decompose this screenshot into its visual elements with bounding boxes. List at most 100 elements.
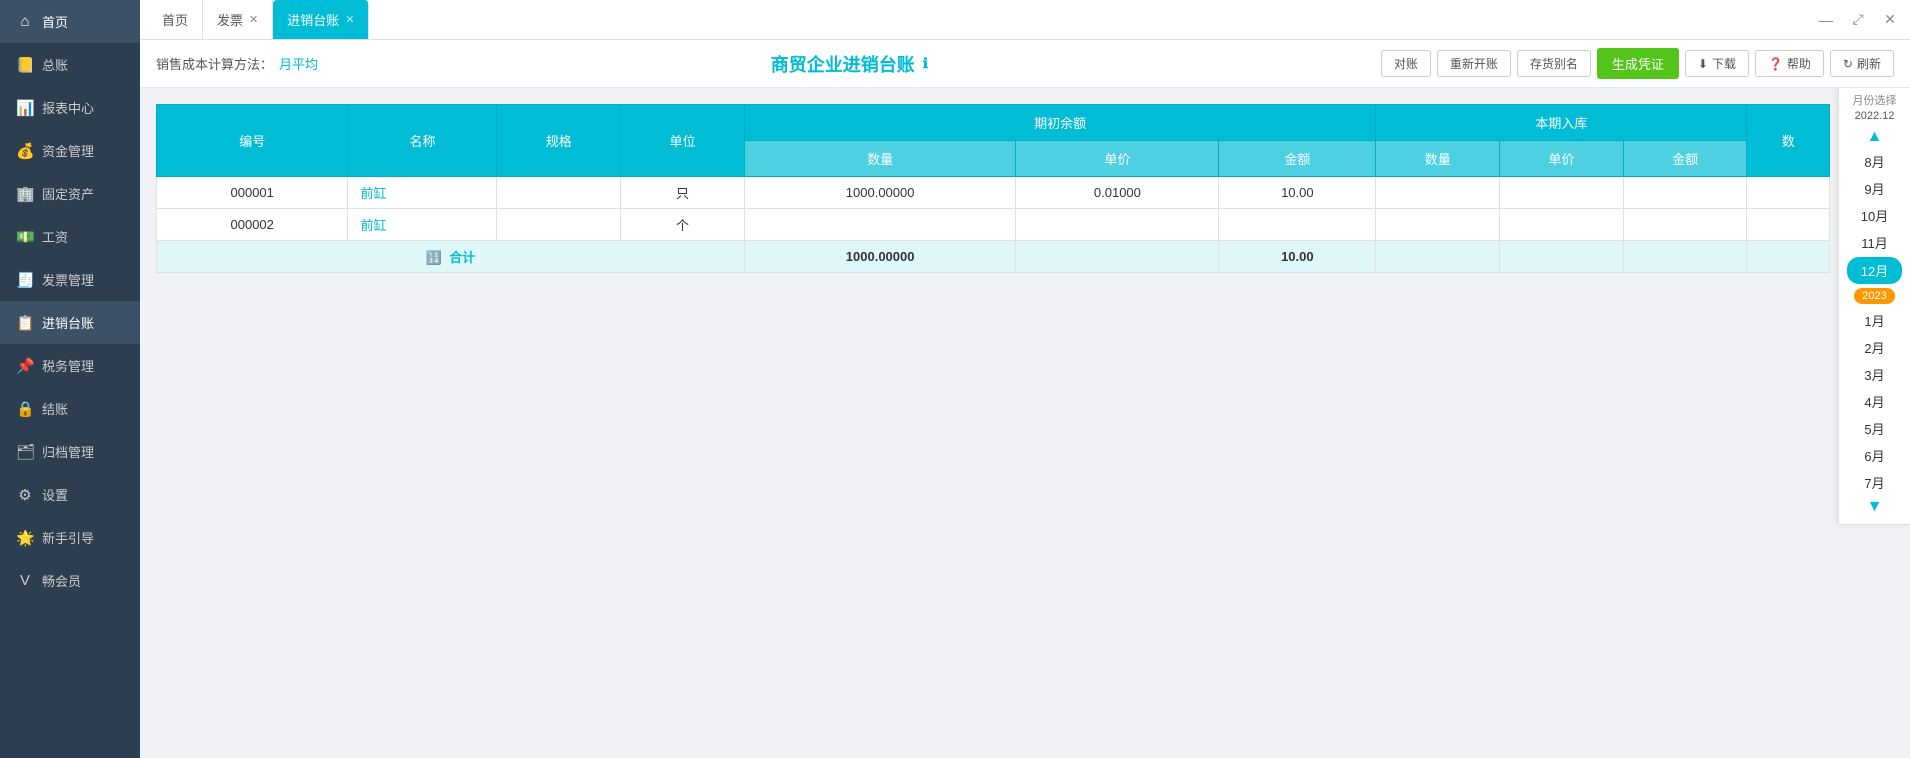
month-up-button[interactable]: ▲	[1865, 126, 1885, 148]
tab-invoice-close[interactable]: ✕	[249, 13, 258, 26]
cell-qty3	[1747, 177, 1830, 209]
settings-icon: ⚙	[16, 486, 34, 504]
window-controls: — ⤢ ✕	[1814, 8, 1902, 32]
tab-invoice-label: 发票	[217, 10, 243, 29]
sidebar-item-label: 总账	[42, 55, 68, 74]
minimize-button[interactable]: —	[1814, 8, 1838, 32]
col-opening-balance: 期初余额	[744, 105, 1376, 141]
maximize-button[interactable]: ⤢	[1846, 8, 1870, 32]
name-link[interactable]: 前缸	[360, 218, 386, 233]
help-icon: ❓	[1768, 57, 1783, 71]
cell-qty3	[1747, 209, 1830, 241]
refresh-button[interactable]: ↻ 刷新	[1830, 50, 1894, 77]
sidebar-item-label: 新手引导	[42, 528, 94, 547]
cell-name: 前缸	[348, 177, 497, 209]
tab-home-label: 首页	[162, 10, 188, 29]
total-ib-price	[1500, 241, 1624, 273]
month-panel-title: 月份选择	[1853, 94, 1897, 108]
sidebar-item-label: 设置	[42, 485, 68, 504]
month-item-12[interactable]: 12月	[1847, 257, 1902, 284]
cell-code: 000002	[157, 209, 348, 241]
payroll-icon: 💵	[16, 228, 34, 246]
cost-method-label: 销售成本计算方法：	[156, 54, 273, 73]
member-icon: V	[16, 572, 34, 589]
sidebar-item-member[interactable]: V 畅会员	[0, 559, 140, 602]
sidebar-item-home[interactable]: ⌂ 首页	[0, 0, 140, 43]
cell-ib-price	[1500, 209, 1624, 241]
cell-unit: 只	[621, 177, 745, 209]
sidebar-item-inventory[interactable]: 📋 进销台账	[0, 301, 140, 344]
month-item-1[interactable]: 1月	[1839, 307, 1910, 334]
sidebar-item-label: 发票管理	[42, 270, 94, 289]
save-alias-button[interactable]: 存货别名	[1517, 50, 1591, 77]
tab-bar: 首页 发票 ✕ 进销台账 ✕ — ⤢ ✕	[140, 0, 1910, 40]
sidebar-item-label: 进销台账	[42, 313, 94, 332]
col-ib-qty: 数量	[1376, 141, 1500, 177]
cell-ob-qty: 1000.00000	[744, 177, 1016, 209]
sidebar-item-invoice-management[interactable]: 🧾 发票管理	[0, 258, 140, 301]
col-ob-price: 单价	[1016, 141, 1219, 177]
col-current-inbound: 本期入库	[1376, 105, 1747, 141]
month-item-10[interactable]: 10月	[1839, 202, 1910, 229]
cell-ob-price	[1016, 209, 1219, 241]
cell-spec	[497, 209, 621, 241]
table-row: 000001 前缸 只 1000.00000 0.01000 10.00	[157, 177, 1830, 209]
download-button[interactable]: ⬇ 下载	[1685, 50, 1749, 77]
tab-home[interactable]: 首页	[148, 0, 203, 39]
cell-ob-price: 0.01000	[1016, 177, 1219, 209]
close-button[interactable]: ✕	[1878, 8, 1902, 32]
cost-method: 销售成本计算方法： 月平均	[156, 54, 318, 73]
sidebar-item-closing[interactable]: 🔒 结账	[0, 387, 140, 430]
month-item-6[interactable]: 6月	[1839, 442, 1910, 469]
col-ob-amount: 金额	[1219, 141, 1376, 177]
sidebar-item-tax-management[interactable]: 📌 税务管理	[0, 344, 140, 387]
generate-voucher-button[interactable]: 生成凭证	[1597, 48, 1679, 79]
sidebar-item-settings[interactable]: ⚙ 设置	[0, 473, 140, 516]
cell-ib-amount	[1623, 209, 1747, 241]
month-item-11[interactable]: 11月	[1839, 229, 1910, 256]
month-item-7[interactable]: 7月	[1839, 469, 1910, 496]
month-item-9[interactable]: 9月	[1839, 175, 1910, 202]
tab-inventory-close[interactable]: ✕	[345, 13, 354, 26]
reconcile-button[interactable]: 对账	[1381, 50, 1431, 77]
total-ob-qty: 1000.00000	[744, 241, 1016, 273]
total-icon: 🔢	[425, 250, 441, 265]
col-qty3: 数	[1747, 105, 1830, 177]
closing-icon: 🔒	[16, 400, 34, 418]
year-2023-badge: 2023	[1854, 288, 1894, 304]
reopen-button[interactable]: 重新开账	[1437, 50, 1511, 77]
month-item-4[interactable]: 4月	[1839, 388, 1910, 415]
sidebar-item-label: 税务管理	[42, 356, 94, 375]
cell-ib-price	[1500, 177, 1624, 209]
sidebar-item-fund-management[interactable]: 💰 资金管理	[0, 129, 140, 172]
tab-inventory[interactable]: 进销台账 ✕	[273, 0, 369, 39]
total-ob-amount: 10.00	[1219, 241, 1376, 273]
cell-ob-amount	[1219, 209, 1376, 241]
month-item-5[interactable]: 5月	[1839, 415, 1910, 442]
info-icon[interactable]: ℹ	[923, 55, 928, 72]
month-item-8[interactable]: 8月	[1839, 148, 1910, 175]
help-button[interactable]: ❓ 帮助	[1755, 50, 1824, 77]
cell-ib-qty	[1376, 177, 1500, 209]
sidebar-item-payroll[interactable]: 💵 工资	[0, 215, 140, 258]
month-item-3[interactable]: 3月	[1839, 361, 1910, 388]
month-item-2[interactable]: 2月	[1839, 334, 1910, 361]
year-2022-label: 2022.12	[1855, 110, 1895, 122]
tab-invoice[interactable]: 发票 ✕	[203, 0, 273, 39]
sidebar-item-label: 首页	[42, 12, 68, 31]
month-down-button[interactable]: ▼	[1865, 496, 1885, 518]
inventory-icon: 📋	[16, 314, 34, 332]
sidebar-item-guide[interactable]: 🌟 新手引导	[0, 516, 140, 559]
sidebar-item-archive[interactable]: 🗂 归档管理	[0, 430, 140, 473]
total-text: 合计	[449, 250, 475, 265]
guide-icon: 🌟	[16, 529, 34, 547]
sidebar-item-label: 固定资产	[42, 184, 94, 203]
sidebar-item-report-center[interactable]: 📊 报表中心	[0, 86, 140, 129]
sidebar-item-fixed-assets[interactable]: 🏢 固定资产	[0, 172, 140, 215]
sidebar-item-general-ledger[interactable]: 📒 总账	[0, 43, 140, 86]
total-row: 🔢 合计 1000.00000 10.00	[157, 241, 1830, 273]
col-ob-qty: 数量	[744, 141, 1016, 177]
name-link[interactable]: 前缸	[360, 186, 386, 201]
cell-spec	[497, 177, 621, 209]
cell-ib-qty	[1376, 209, 1500, 241]
